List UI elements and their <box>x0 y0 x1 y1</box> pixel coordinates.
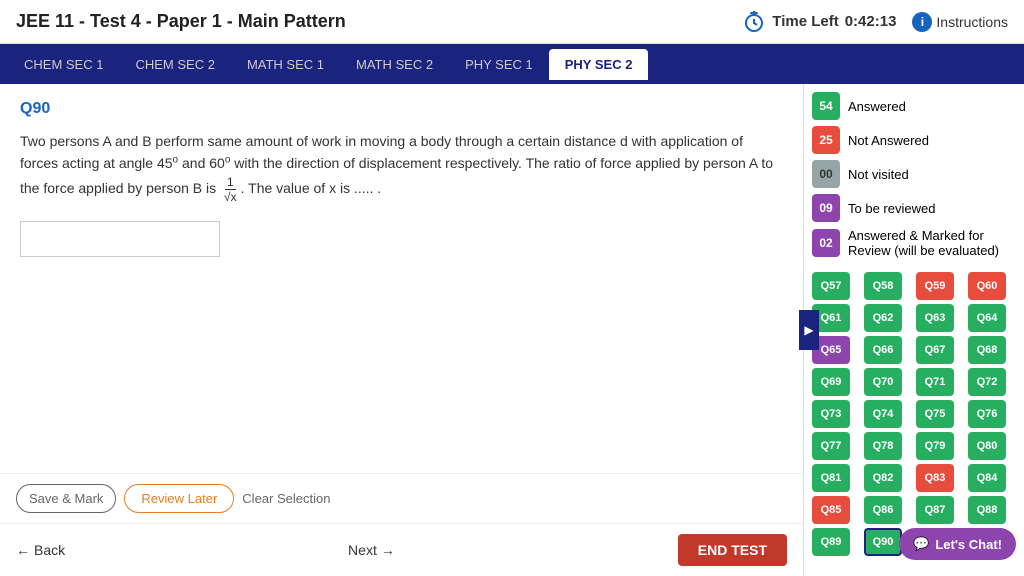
tab-math-sec-1[interactable]: MATH SEC 1 <box>231 49 340 80</box>
legend-not-visited: 00 Not visited <box>812 160 1016 188</box>
next-button[interactable]: Next → <box>348 542 395 558</box>
tab-chem-sec-2[interactable]: CHEM SEC 2 <box>119 49 230 80</box>
question-btn-q79[interactable]: Q79 <box>916 432 954 460</box>
question-body: Q90 Two persons A and B perform same amo… <box>0 84 803 473</box>
save-mark-button[interactable]: Save & Mark <box>16 484 116 513</box>
right-panel: 54 Answered 25 Not Answered 00 Not visit… <box>804 84 1024 576</box>
question-btn-q66[interactable]: Q66 <box>864 336 902 364</box>
answered-marked-badge: 02 <box>812 229 840 257</box>
question-btn-q69[interactable]: Q69 <box>812 368 850 396</box>
question-text: Two persons A and B perform same amount … <box>20 130 783 205</box>
question-btn-q73[interactable]: Q73 <box>812 400 850 428</box>
legend-not-answered: 25 Not Answered <box>812 126 1016 154</box>
question-btn-q64[interactable]: Q64 <box>968 304 1006 332</box>
question-btn-q80[interactable]: Q80 <box>968 432 1006 460</box>
answered-badge: 54 <box>812 92 840 120</box>
nav-bottom: ← Back Next → END TEST <box>0 523 803 576</box>
chat-label: Let's Chat! <box>935 537 1002 552</box>
question-btn-q83[interactable]: Q83 <box>916 464 954 492</box>
not-answered-badge: 25 <box>812 126 840 154</box>
tab-phy-sec-2[interactable]: PHY SEC 2 <box>549 49 649 80</box>
clear-selection-button[interactable]: Clear Selection <box>242 491 330 506</box>
timer-label: Time Left <box>772 13 838 30</box>
question-btn-q77[interactable]: Q77 <box>812 432 850 460</box>
header-right: Time Left 0:42:13 i Instructions <box>742 10 1008 34</box>
question-btn-q85[interactable]: Q85 <box>812 496 850 524</box>
question-btn-q74[interactable]: Q74 <box>864 400 902 428</box>
end-test-button[interactable]: END TEST <box>678 534 787 566</box>
next-arrow-icon: → <box>381 542 395 558</box>
instructions-label: Instructions <box>936 14 1008 30</box>
back-arrow-icon: ← <box>16 542 30 558</box>
timer-value: 0:42:13 <box>845 13 897 30</box>
question-btn-q76[interactable]: Q76 <box>968 400 1006 428</box>
legend-answered-marked: 02 Answered & Marked for Review (will be… <box>812 228 1016 258</box>
timer: Time Left 0:42:13 <box>742 10 896 34</box>
answer-input[interactable] <box>20 221 220 257</box>
question-btn-q71[interactable]: Q71 <box>916 368 954 396</box>
question-btn-q78[interactable]: Q78 <box>864 432 902 460</box>
page-title: JEE 11 - Test 4 - Paper 1 - Main Pattern <box>16 11 346 32</box>
question-btn-q72[interactable]: Q72 <box>968 368 1006 396</box>
review-later-button[interactable]: Review Later <box>124 484 234 513</box>
question-btn-q81[interactable]: Q81 <box>812 464 850 492</box>
question-btn-q90[interactable]: Q90 <box>864 528 902 556</box>
question-btn-q70[interactable]: Q70 <box>864 368 902 396</box>
answered-label: Answered <box>848 99 906 114</box>
question-btn-q67[interactable]: Q67 <box>916 336 954 364</box>
timer-icon <box>742 10 766 34</box>
question-btn-q75[interactable]: Q75 <box>916 400 954 428</box>
fraction: 1 √x <box>222 175 239 205</box>
question-btn-q59[interactable]: Q59 <box>916 272 954 300</box>
question-btn-q60[interactable]: Q60 <box>968 272 1006 300</box>
legend-answered: 54 Answered <box>812 92 1016 120</box>
not-visited-badge: 00 <box>812 160 840 188</box>
not-answered-label: Not Answered <box>848 133 929 148</box>
info-icon: i <box>912 12 932 32</box>
instructions-button[interactable]: i Instructions <box>912 12 1008 32</box>
question-btn-q58[interactable]: Q58 <box>864 272 902 300</box>
section-tabs: CHEM SEC 1 CHEM SEC 2 MATH SEC 1 MATH SE… <box>0 44 1024 84</box>
question-btn-q86[interactable]: Q86 <box>864 496 902 524</box>
to-review-badge: 09 <box>812 194 840 222</box>
chat-button[interactable]: 💬 Let's Chat! <box>899 528 1016 560</box>
main-content: Q90 Two persons A and B perform same amo… <box>0 84 1024 576</box>
panel-toggle-arrow[interactable]: ▶ <box>799 310 819 350</box>
to-review-label: To be reviewed <box>848 201 935 216</box>
question-btn-q57[interactable]: Q57 <box>812 272 850 300</box>
answered-marked-label: Answered & Marked for Review (will be ev… <box>848 228 1016 258</box>
question-btn-q88[interactable]: Q88 <box>968 496 1006 524</box>
question-btn-q63[interactable]: Q63 <box>916 304 954 332</box>
question-panel: Q90 Two persons A and B perform same amo… <box>0 84 804 576</box>
legend-to-review: 09 To be reviewed <box>812 194 1016 222</box>
question-btn-q84[interactable]: Q84 <box>968 464 1006 492</box>
question-btn-q68[interactable]: Q68 <box>968 336 1006 364</box>
not-visited-label: Not visited <box>848 167 909 182</box>
question-actions: Save & Mark Review Later Clear Selection <box>0 473 803 523</box>
question-grid: Q57Q58Q59Q60Q61Q62Q63Q64Q65Q66Q67Q68Q69Q… <box>812 272 1016 556</box>
question-btn-q82[interactable]: Q82 <box>864 464 902 492</box>
question-btn-q62[interactable]: Q62 <box>864 304 902 332</box>
question-btn-q89[interactable]: Q89 <box>812 528 850 556</box>
question-btn-q87[interactable]: Q87 <box>916 496 954 524</box>
next-label: Next <box>348 542 377 558</box>
header: JEE 11 - Test 4 - Paper 1 - Main Pattern… <box>0 0 1024 44</box>
back-label: Back <box>34 542 65 558</box>
tab-phy-sec-1[interactable]: PHY SEC 1 <box>449 49 549 80</box>
chat-icon: 💬 <box>913 536 929 552</box>
question-text-content: Two persons A and B perform same amount … <box>20 133 773 196</box>
tab-math-sec-2[interactable]: MATH SEC 2 <box>340 49 449 80</box>
tab-chem-sec-1[interactable]: CHEM SEC 1 <box>8 49 119 80</box>
question-number: Q90 <box>20 100 783 118</box>
back-button[interactable]: ← Back <box>16 542 65 558</box>
